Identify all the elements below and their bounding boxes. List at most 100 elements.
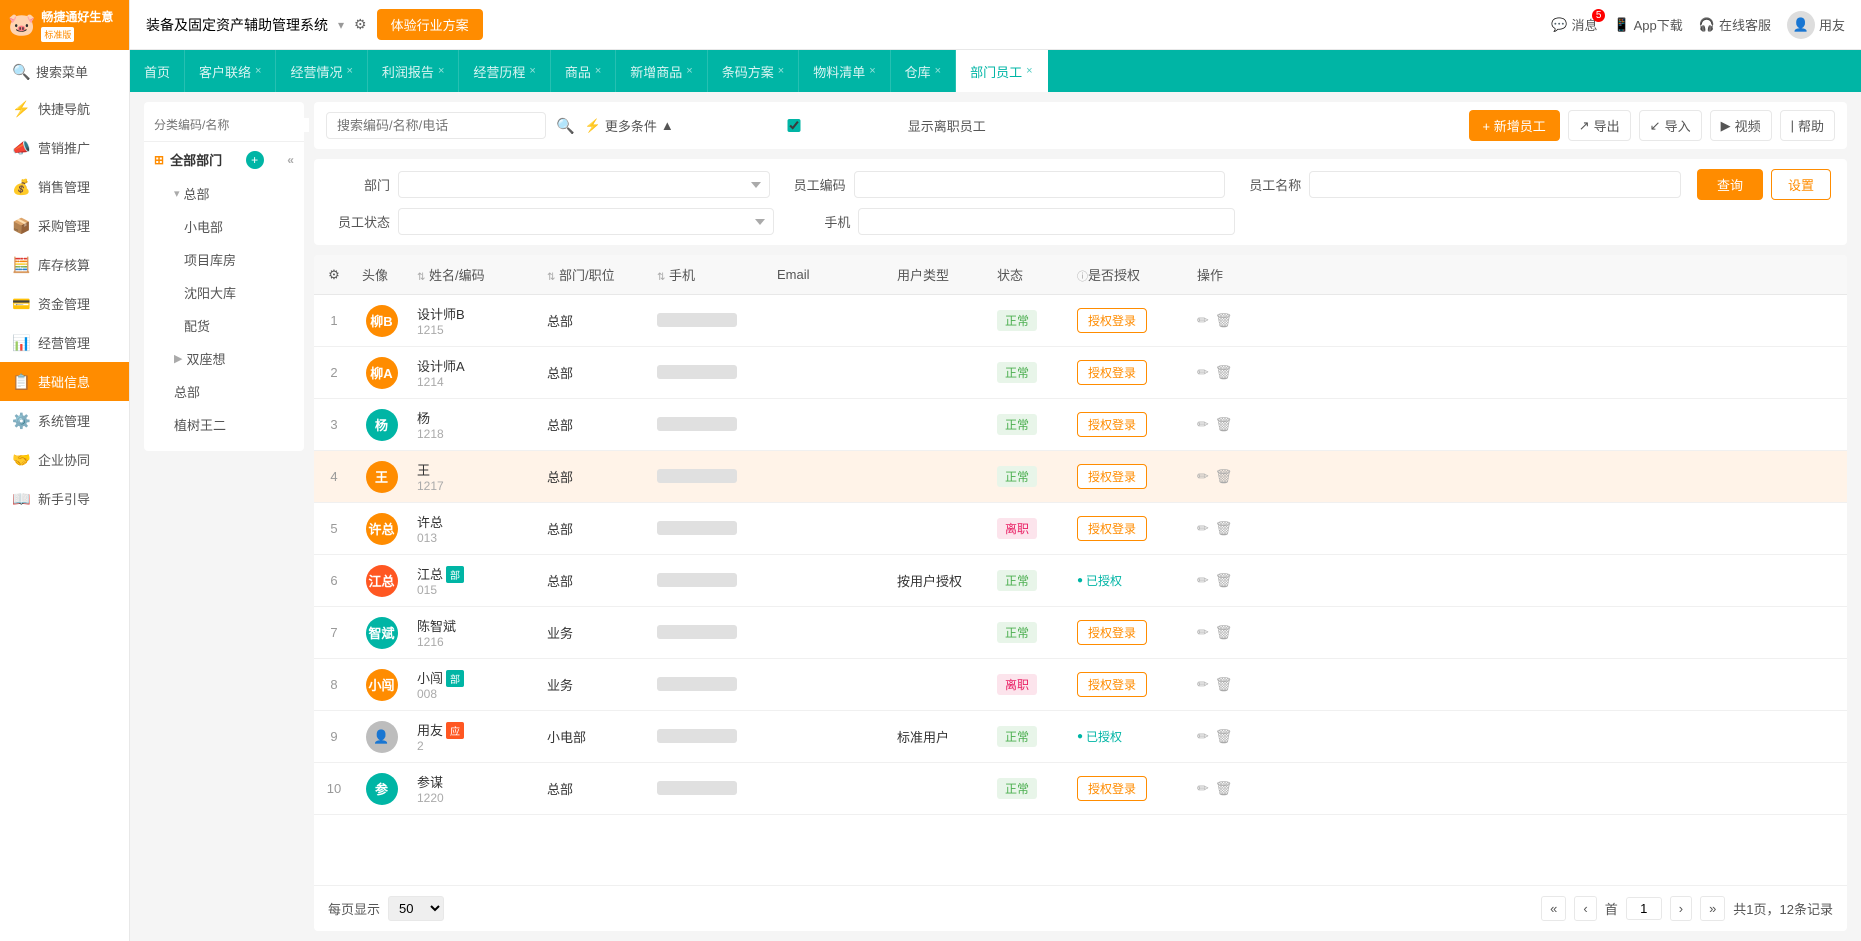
sidebar-item-marketing[interactable]: 📣 营销推广 xyxy=(0,128,129,167)
tab-bom[interactable]: 物料清单× xyxy=(799,50,890,92)
per-page-select[interactable]: 50 20 100 xyxy=(388,896,444,921)
delete-btn[interactable]: 🗑 xyxy=(1215,312,1233,329)
edit-btn[interactable]: ✏ xyxy=(1197,312,1209,329)
auth-login-btn[interactable]: 授权登录 xyxy=(1077,672,1147,697)
delete-btn[interactable]: 🗑 xyxy=(1215,676,1233,693)
page-input[interactable] xyxy=(1626,897,1662,920)
app-download-btn[interactable]: 📱 App下载 xyxy=(1613,15,1682,34)
auth-login-btn[interactable]: 授权登录 xyxy=(1077,776,1147,801)
delete-btn[interactable]: 🗑 xyxy=(1215,364,1233,381)
edit-btn[interactable]: ✏ xyxy=(1197,624,1209,641)
tab-operations[interactable]: 经营情况× xyxy=(276,50,367,92)
auth-login-btn[interactable]: 授权登录 xyxy=(1077,360,1147,385)
edit-btn[interactable]: ✏ xyxy=(1197,416,1209,433)
sidebar-item-system[interactable]: ⚙️ 系统管理 xyxy=(0,401,129,440)
tab-history-close[interactable]: × xyxy=(529,65,535,77)
tab-customer-close[interactable]: × xyxy=(255,65,261,77)
col-name[interactable]: ⇅ 姓名/编码 xyxy=(409,255,539,295)
dept-tree-item-general[interactable]: ▾ 总部 xyxy=(144,177,304,210)
edit-btn[interactable]: ✏ xyxy=(1197,468,1209,485)
tab-employees[interactable]: 部门员工× xyxy=(956,50,1047,92)
adv-phone-input[interactable] xyxy=(858,208,1234,235)
tab-warehouse[interactable]: 仓库× xyxy=(891,50,956,92)
view-btn[interactable]: ▶ 视频 xyxy=(1710,110,1772,141)
adv-status-select[interactable] xyxy=(398,208,774,235)
export-btn[interactable]: ↗ 导出 xyxy=(1568,110,1631,141)
delete-btn[interactable]: 🗑 xyxy=(1215,728,1233,745)
auth-login-btn[interactable]: 授权登录 xyxy=(1077,516,1147,541)
tab-profit[interactable]: 利润报告× xyxy=(368,50,459,92)
edit-btn[interactable]: ✏ xyxy=(1197,780,1209,797)
tab-history[interactable]: 经营历程× xyxy=(459,50,550,92)
tab-warehouse-close[interactable]: × xyxy=(935,65,941,77)
import-btn[interactable]: ↙ 导入 xyxy=(1639,110,1702,141)
sidebar-item-enterprise[interactable]: 🤝 企业协同 xyxy=(0,440,129,479)
adv-name-input[interactable] xyxy=(1309,171,1681,198)
help-btn[interactable]: | 帮助 xyxy=(1780,110,1835,141)
tab-barcode-close[interactable]: × xyxy=(778,65,784,77)
show-archived-checkbox[interactable] xyxy=(684,119,904,132)
auth-login-btn[interactable]: 授权登录 xyxy=(1077,620,1147,645)
delete-btn[interactable]: 🗑 xyxy=(1215,520,1233,537)
edit-btn[interactable]: ✏ xyxy=(1197,676,1209,693)
query-btn[interactable]: 查询 xyxy=(1697,169,1763,200)
dept-collapse-icon[interactable]: « xyxy=(287,153,294,167)
last-page-btn[interactable]: » xyxy=(1700,896,1725,921)
delete-btn[interactable]: 🗑 xyxy=(1215,416,1233,433)
auth-login-btn[interactable]: 授权登录 xyxy=(1077,412,1147,437)
search-btn[interactable]: 🔍 xyxy=(556,117,575,135)
auth-login-btn[interactable]: 授权登录 xyxy=(1077,464,1147,489)
tab-employees-close[interactable]: × xyxy=(1026,65,1032,77)
dept-tree-item-project[interactable]: 项目库房 xyxy=(144,243,304,276)
edit-btn[interactable]: ✏ xyxy=(1197,572,1209,589)
settings-icon[interactable]: ⚙ xyxy=(354,16,367,33)
trial-btn[interactable]: 体验行业方案 xyxy=(377,9,483,40)
dept-add-btn[interactable]: + xyxy=(246,151,264,169)
topbar-dropdown-icon[interactable]: ▾ xyxy=(338,18,344,32)
online-service-btn[interactable]: 🎧 在线客服 xyxy=(1699,15,1771,34)
first-page-btn[interactable]: « xyxy=(1541,896,1566,921)
delete-btn[interactable]: 🗑 xyxy=(1215,780,1233,797)
edit-btn[interactable]: ✏ xyxy=(1197,520,1209,537)
tab-operations-close[interactable]: × xyxy=(346,65,352,77)
more-conditions-btn[interactable]: ⚡ 更多条件 ▲ xyxy=(585,116,674,135)
sidebar-item-operation[interactable]: 📊 经营管理 xyxy=(0,323,129,362)
tab-add-goods[interactable]: 新增商品× xyxy=(616,50,707,92)
prev-page-btn[interactable]: ‹ xyxy=(1574,896,1596,921)
sidebar-item-finance[interactable]: 💳 资金管理 xyxy=(0,284,129,323)
tab-profit-close[interactable]: × xyxy=(438,65,444,77)
adv-code-input[interactable] xyxy=(854,171,1226,198)
add-employee-btn[interactable]: + 新增员工 xyxy=(1469,110,1560,141)
set-btn[interactable]: 设置 xyxy=(1771,169,1831,200)
tab-bom-close[interactable]: × xyxy=(869,65,875,77)
dept-search-input[interactable] xyxy=(154,118,309,132)
dept-tree-item-hq[interactable]: 总部 xyxy=(144,375,304,408)
sidebar-item-quick[interactable]: ⚡ 快捷导航 xyxy=(0,89,129,128)
message-btn[interactable]: 💬 消息 5 xyxy=(1551,15,1597,34)
tab-home[interactable]: 首页 xyxy=(130,50,185,92)
adv-dept-select[interactable] xyxy=(398,171,770,198)
col-phone[interactable]: ⇅ 手机 xyxy=(649,255,769,295)
tab-goods[interactable]: 商品× xyxy=(551,50,616,92)
sidebar-item-sales[interactable]: 💰 销售管理 xyxy=(0,167,129,206)
auth-login-btn[interactable]: 授权登录 xyxy=(1077,308,1147,333)
sidebar-item-basic[interactable]: 📋 基础信息 xyxy=(0,362,129,401)
edit-btn[interactable]: ✏ xyxy=(1197,728,1209,745)
edit-btn[interactable]: ✏ xyxy=(1197,364,1209,381)
tab-barcode[interactable]: 条码方案× xyxy=(708,50,799,92)
dept-tree-item-tree-king[interactable]: 植树王二 xyxy=(144,408,304,441)
dept-tree-item-electric[interactable]: 小电部 xyxy=(144,210,304,243)
delete-btn[interactable]: 🗑 xyxy=(1215,624,1233,641)
delete-btn[interactable]: 🗑 xyxy=(1215,468,1233,485)
dept-tree-item-dual[interactable]: ▶ 双座想 xyxy=(144,342,304,375)
sidebar-item-search[interactable]: 🔍 搜索菜单 xyxy=(0,54,129,89)
dept-tree-item-distribution[interactable]: 配货 xyxy=(144,309,304,342)
col-dept[interactable]: ⇅ 部门/职位 xyxy=(539,255,649,295)
user-btn[interactable]: 👤 用友 xyxy=(1787,11,1845,39)
tab-goods-close[interactable]: × xyxy=(595,65,601,77)
sidebar-item-inventory[interactable]: 🧮 库存核算 xyxy=(0,245,129,284)
col-settings[interactable]: ⚙ xyxy=(314,255,354,295)
sidebar-item-guide[interactable]: 📖 新手引导 xyxy=(0,479,129,518)
tab-add-goods-close[interactable]: × xyxy=(686,65,692,77)
tab-customer[interactable]: 客户联络× xyxy=(185,50,276,92)
